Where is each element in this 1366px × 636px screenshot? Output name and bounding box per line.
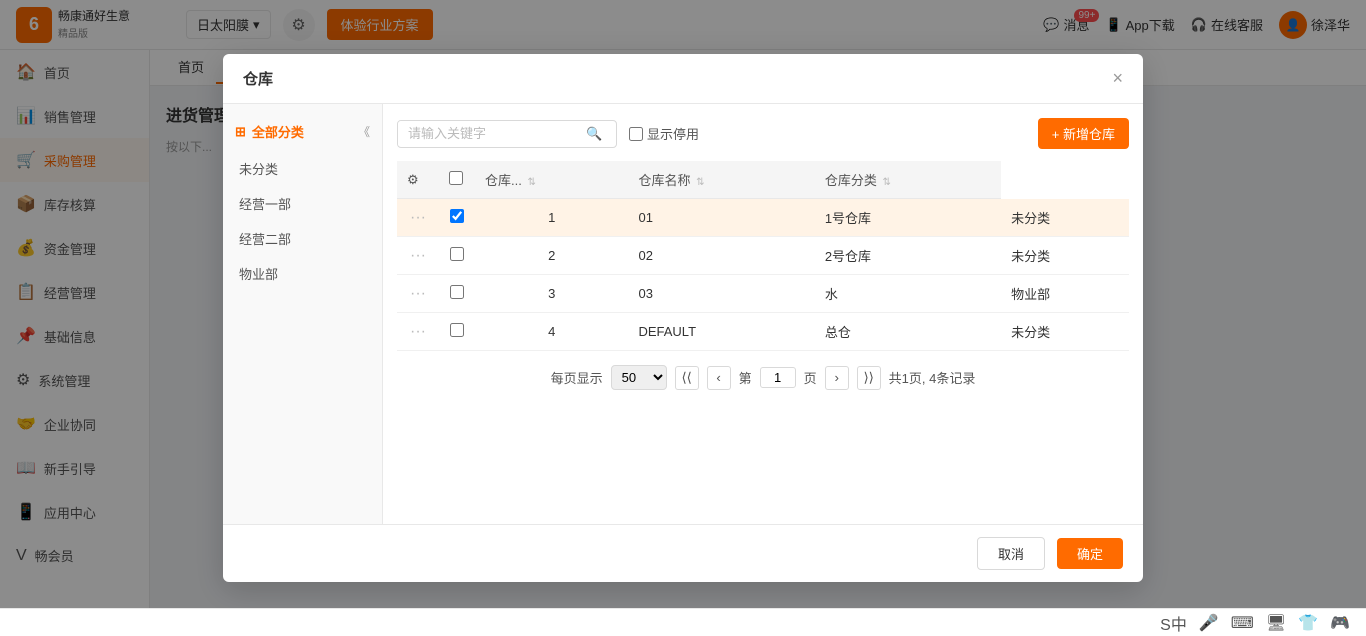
status-game-icon[interactable]: 🎮: [1330, 613, 1350, 633]
th-code: 仓库... ⇅: [475, 161, 628, 199]
sort-category-icon[interactable]: ⇅: [882, 177, 890, 188]
row-category: 未分类: [1001, 199, 1129, 237]
more-icon[interactable]: ···: [410, 323, 426, 340]
row-code: 01: [628, 199, 814, 237]
category-item-property[interactable]: 物业部: [223, 256, 382, 291]
per-page-select[interactable]: 50 10 20 100: [611, 365, 667, 390]
modal-header: 仓库 ×: [223, 54, 1143, 104]
row-settings-cell[interactable]: ···: [397, 275, 439, 313]
search-icon[interactable]: 🔍: [578, 121, 610, 147]
more-icon[interactable]: ···: [410, 247, 426, 264]
status-display-icon[interactable]: 🖥: [1266, 613, 1286, 633]
row-category: 物业部: [1001, 275, 1129, 313]
show-disabled-checkbox[interactable]: [629, 127, 643, 141]
row-name: 总仓: [815, 313, 1001, 351]
warehouse-modal: 仓库 × ⊞ 全部分类 《 未分类 经营一部 经营二部 物业部: [223, 54, 1143, 582]
sort-code-icon[interactable]: ⇅: [527, 177, 535, 188]
row-settings-cell[interactable]: ···: [397, 199, 439, 237]
add-warehouse-button[interactable]: + 新增仓库: [1038, 118, 1129, 149]
status-s-icon[interactable]: S中: [1160, 611, 1187, 635]
table-toolbar: 🔍 显示停用 + 新增仓库: [397, 118, 1129, 149]
row-settings-cell[interactable]: ···: [397, 313, 439, 351]
table-row[interactable]: ··· 2022号仓库未分类: [397, 237, 1129, 275]
show-disabled-checkbox-label[interactable]: 显示停用: [629, 124, 699, 143]
row-name: 2号仓库: [815, 237, 1001, 275]
page-number-input[interactable]: [760, 367, 796, 388]
row-index: 4: [475, 313, 628, 351]
prev-page-button[interactable]: ‹: [707, 366, 731, 390]
row-checkbox[interactable]: [450, 247, 464, 261]
status-shirt-icon[interactable]: 👕: [1298, 613, 1318, 633]
row-checkbox-cell[interactable]: [439, 275, 475, 313]
modal-footer: 取消 确定: [223, 524, 1143, 582]
cancel-button[interactable]: 取消: [977, 537, 1045, 570]
row-checkbox[interactable]: [450, 323, 464, 337]
modal-title: 仓库: [243, 68, 273, 89]
total-info: 共1页, 4条记录: [889, 368, 976, 387]
row-code: 03: [628, 275, 814, 313]
grid-icon: ⊞: [235, 124, 246, 140]
row-checkbox-cell[interactable]: [439, 313, 475, 351]
th-category: 仓库分类 ⇅: [815, 161, 1001, 199]
all-categories-label: ⊞ 全部分类: [235, 122, 304, 141]
category-item-dept1[interactable]: 经营一部: [223, 186, 382, 221]
row-code: DEFAULT: [628, 313, 814, 351]
th-name: 仓库名称 ⇅: [628, 161, 814, 199]
row-category: 未分类: [1001, 237, 1129, 275]
category-header[interactable]: ⊞ 全部分类 《: [223, 116, 382, 151]
category-item-dept2[interactable]: 经营二部: [223, 221, 382, 256]
last-page-button[interactable]: ⟩⟩: [857, 366, 881, 390]
sort-name-icon[interactable]: ⇅: [696, 177, 704, 188]
table-row[interactable]: ··· 4DEFAULT总仓未分类: [397, 313, 1129, 351]
category-panel: ⊞ 全部分类 《 未分类 经营一部 经营二部 物业部: [223, 104, 383, 524]
row-index: 2: [475, 237, 628, 275]
table-row[interactable]: ··· 1011号仓库未分类: [397, 199, 1129, 237]
row-name: 水: [815, 275, 1001, 313]
row-index: 3: [475, 275, 628, 313]
status-bar: S中 🎤 ⌨ 🖥 👕 🎮: [0, 608, 1366, 636]
row-settings-cell[interactable]: ···: [397, 237, 439, 275]
warehouse-table: ⚙ 仓库... ⇅ 仓库名称 ⇅ 仓库分类: [397, 161, 1129, 351]
status-keyboard-icon[interactable]: ⌨: [1231, 613, 1254, 633]
row-checkbox[interactable]: [450, 209, 464, 223]
row-checkbox[interactable]: [450, 285, 464, 299]
search-box: 🔍: [397, 120, 617, 148]
page-label: 第: [739, 368, 752, 387]
row-code: 02: [628, 237, 814, 275]
row-checkbox-cell[interactable]: [439, 199, 475, 237]
modal-close-button[interactable]: ×: [1112, 68, 1123, 89]
table-panel: 🔍 显示停用 + 新增仓库 ⚙ 仓库...: [383, 104, 1143, 524]
row-name: 1号仓库: [815, 199, 1001, 237]
per-page-label: 每页显示: [551, 368, 603, 387]
next-page-button[interactable]: ›: [825, 366, 849, 390]
page-suffix: 页: [804, 368, 817, 387]
row-checkbox-cell[interactable]: [439, 237, 475, 275]
more-icon[interactable]: ···: [410, 209, 426, 226]
table-header-row: ⚙ 仓库... ⇅ 仓库名称 ⇅ 仓库分类: [397, 161, 1129, 199]
category-item-unclassified[interactable]: 未分类: [223, 151, 382, 186]
search-input[interactable]: [398, 121, 578, 146]
row-index: 1: [475, 199, 628, 237]
th-checkbox: [439, 161, 475, 199]
modal-body: ⊞ 全部分类 《 未分类 经营一部 经营二部 物业部: [223, 104, 1143, 524]
table-row[interactable]: ··· 303水物业部: [397, 275, 1129, 313]
status-mic-icon[interactable]: 🎤: [1199, 613, 1219, 633]
row-category: 未分类: [1001, 313, 1129, 351]
pagination: 每页显示 50 10 20 100 ⟨⟨ ‹ 第 页 › ⟩⟩ 共1页, 4条记…: [397, 351, 1129, 396]
select-all-checkbox[interactable]: [449, 171, 463, 185]
th-settings: ⚙: [397, 161, 439, 199]
more-icon[interactable]: ···: [410, 285, 426, 302]
first-page-button[interactable]: ⟨⟨: [675, 366, 699, 390]
confirm-button[interactable]: 确定: [1057, 538, 1123, 569]
collapse-icon[interactable]: 《: [358, 123, 370, 140]
